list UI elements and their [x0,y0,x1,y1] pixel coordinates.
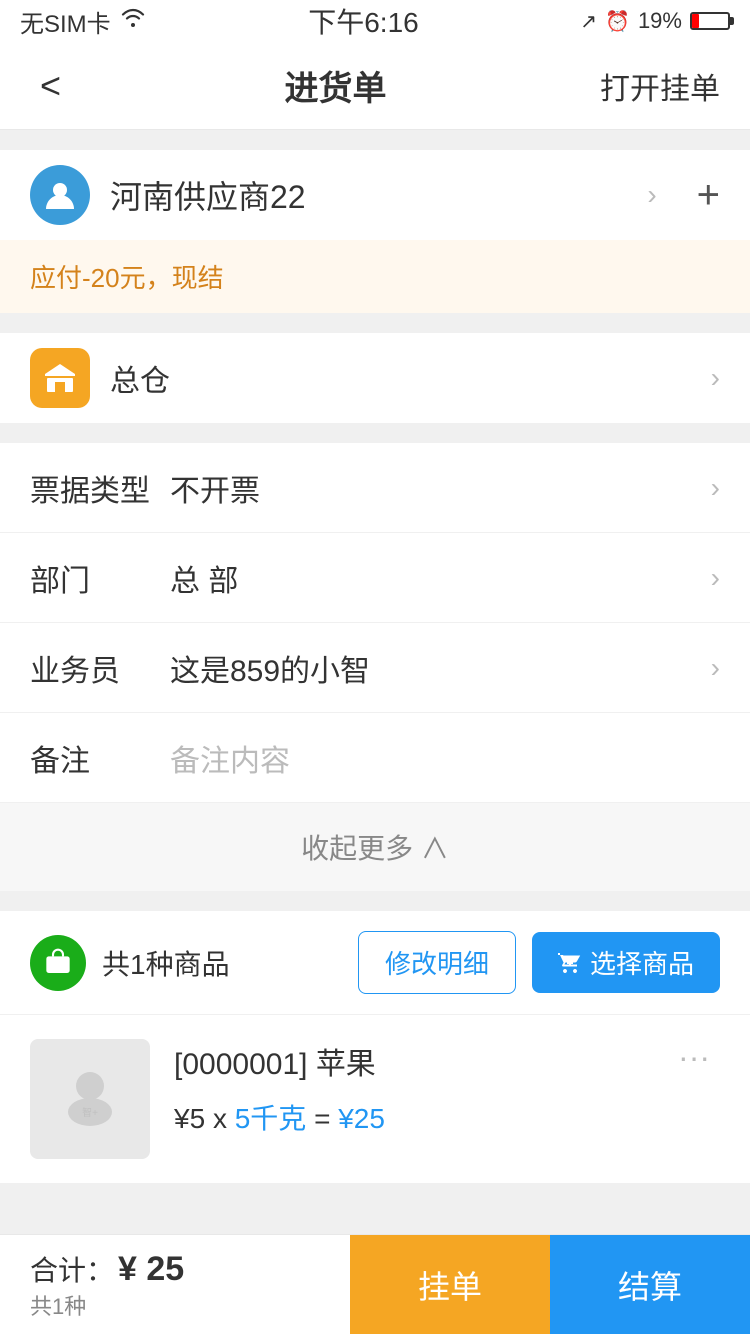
collapse-toggle[interactable]: 收起更多 ∧ [0,803,750,891]
divider-3 [0,423,750,443]
product-count: 共1种商品 [102,943,358,983]
location-icon: ↗ [580,9,597,34]
notice-bar: 应付-20元，现结 [0,240,750,313]
back-button[interactable]: < [30,55,71,117]
divider-1 [0,130,750,150]
add-button[interactable]: + [697,173,720,218]
invoice-value: 不开票 [150,466,711,510]
select-product-button[interactable]: 选择商品 [532,932,720,993]
warehouse-row[interactable]: 总仓 › [0,333,750,423]
network-label: 无SIM卡 [20,4,111,39]
salesperson-label: 业务员 [30,646,150,690]
nav-bar: < 进货单 打开挂单 [0,42,750,130]
warehouse-chevron-icon: › [711,362,720,394]
product-section: 共1种商品 修改明细 选择商品 智+ [0000001] 苹果 [0,911,750,1184]
product-thumbnail: 智+ [30,1039,150,1159]
divider-2 [0,313,750,333]
product-header: 共1种商品 修改明细 选择商品 [0,911,750,1015]
product-name: [0000001] 苹果 [174,1039,668,1083]
product-default-icon: 智+ [55,1064,125,1134]
wifi-icon [119,7,147,35]
invoice-label: 票据类型 [30,466,150,510]
total-section: 合计： ¥ 25 共1种 [0,1235,350,1334]
product-price: ¥5 x 5千克 = ¥25 [174,1097,668,1137]
product-info: [0000001] 苹果 ¥5 x 5千克 = ¥25 [174,1039,668,1137]
supplier-chevron-icon: › [647,179,656,211]
dept-chevron-icon: › [711,562,720,594]
warehouse-label: 总仓 [110,356,711,400]
status-bar: 无SIM卡 下午6:16 ↗ ⏰ 19% [0,0,750,42]
supplier-name: 河南供应商22 [110,172,647,218]
page-title: 进货单 [285,61,387,110]
warehouse-section: 总仓 › [0,333,750,423]
total-label: 合计： [30,1249,114,1289]
note-row[interactable]: 备注 备注内容 [0,713,750,803]
dept-value: 总 部 [150,556,711,600]
invoice-chevron-icon: › [711,472,720,504]
open-pending-button[interactable]: 打开挂单 [600,64,720,108]
svg-text:智+: 智+ [82,1106,98,1119]
invoice-row[interactable]: 票据类型 不开票 › [0,443,750,533]
select-product-label: 选择商品 [590,944,694,981]
note-label: 备注 [30,736,150,780]
product-quantity: 5千克 [235,1103,307,1134]
battery-percent: 19% [638,8,682,34]
checkout-button[interactable]: 结算 [550,1235,750,1334]
edit-detail-button[interactable]: 修改明细 [358,931,516,994]
form-section: 票据类型 不开票 › 部门 总 部 › 业务员 这是859的小智 › 备注 备注… [0,443,750,803]
supplier-section: 河南供应商22 › + 应付-20元，现结 [0,150,750,313]
warehouse-icon [30,348,90,408]
divider-4 [0,891,750,911]
hang-button[interactable]: 挂单 [350,1235,550,1334]
battery-icon [690,12,730,30]
status-right: ↗ ⏰ 19% [580,8,730,34]
status-left: 无SIM卡 [20,4,147,39]
supplier-row[interactable]: 河南供应商22 › + [0,150,750,240]
dept-row[interactable]: 部门 总 部 › [0,533,750,623]
total-count: 共1种 [30,1289,320,1321]
product-item: 智+ [0000001] 苹果 ¥5 x 5千克 = ¥25 ··· [0,1015,750,1184]
cart-icon [558,951,582,975]
salesperson-row[interactable]: 业务员 这是859的小智 › [0,623,750,713]
bottom-bar: 合计： ¥ 25 共1种 挂单 结算 [0,1234,750,1334]
note-input[interactable]: 备注内容 [150,736,720,780]
product-more-button[interactable]: ··· [668,1039,720,1076]
total-amount: ¥ 25 [118,1250,184,1289]
status-time: 下午6:16 [308,1,419,41]
product-total: ¥25 [338,1103,385,1134]
product-section-icon [30,935,86,991]
supplier-avatar [30,165,90,225]
dept-label: 部门 [30,556,150,600]
salesperson-chevron-icon: › [711,652,720,684]
salesperson-value: 这是859的小智 [150,646,711,690]
alarm-icon: ⏰ [605,9,630,34]
